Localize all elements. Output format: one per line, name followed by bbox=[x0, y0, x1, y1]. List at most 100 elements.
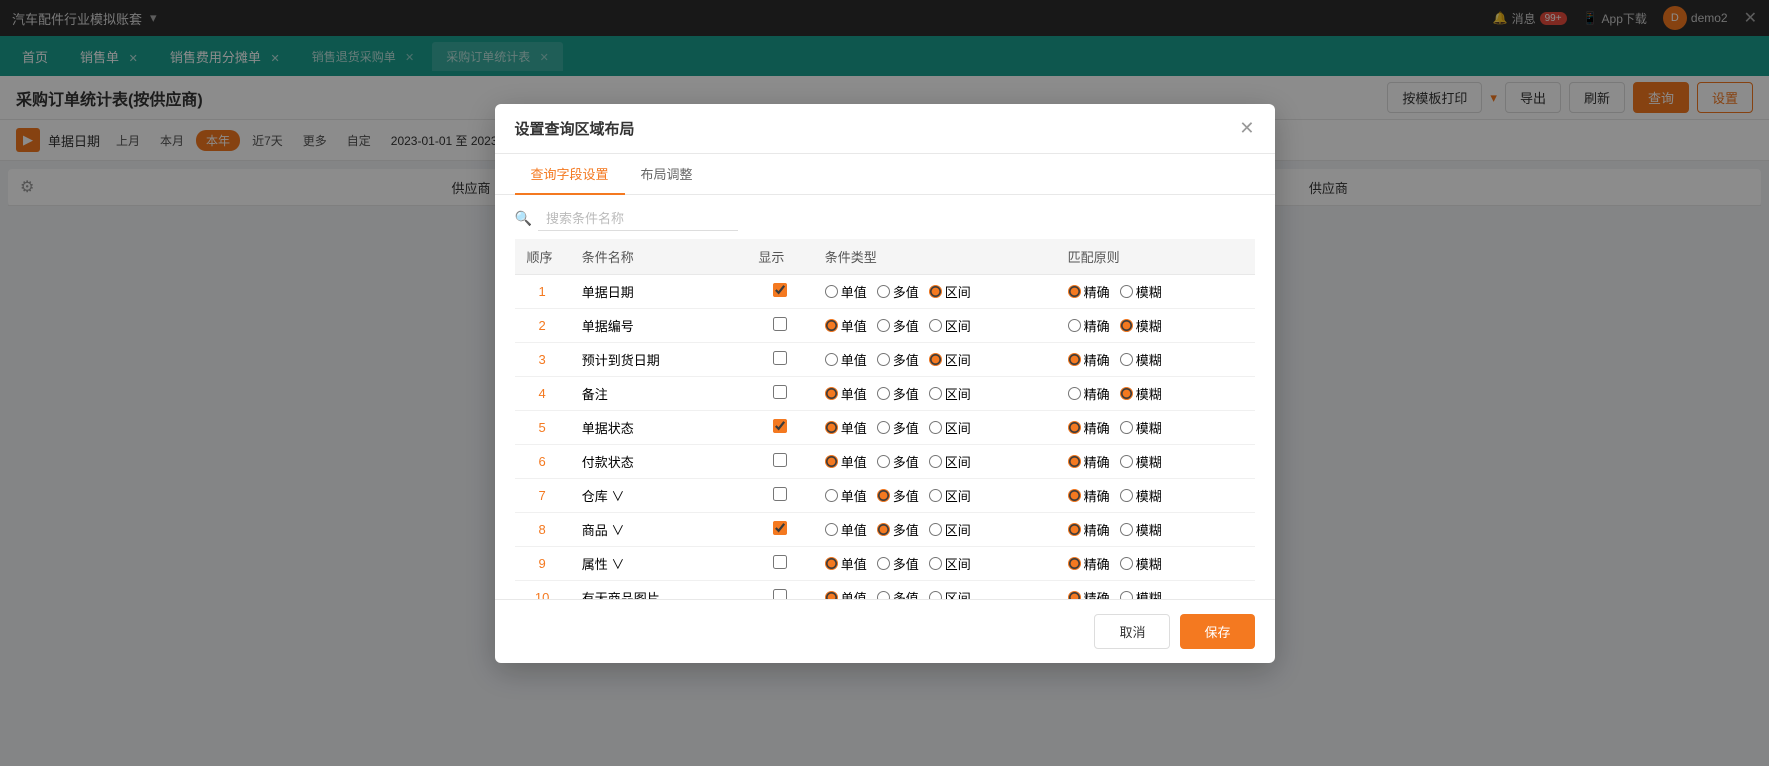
row-match-3: 精确模糊 bbox=[1056, 342, 1255, 376]
row-order-6: 6 bbox=[515, 444, 570, 478]
type-radio-多值-10[interactable]: 多值 bbox=[877, 588, 919, 599]
match-radio-精确-9[interactable]: 精确 bbox=[1068, 554, 1110, 573]
type-radio-多值-5[interactable]: 多值 bbox=[877, 418, 919, 437]
show-checkbox-10[interactable] bbox=[773, 589, 787, 599]
show-checkbox-7[interactable] bbox=[773, 487, 787, 501]
row-match-5: 精确模糊 bbox=[1056, 410, 1255, 444]
type-radio-多值-8[interactable]: 多值 bbox=[877, 520, 919, 539]
type-radio-多值-9[interactable]: 多值 bbox=[877, 554, 919, 573]
row-match-1: 精确模糊 bbox=[1056, 274, 1255, 308]
match-radio-模糊-6[interactable]: 模糊 bbox=[1120, 452, 1162, 471]
type-radio-单值-6[interactable]: 单值 bbox=[825, 452, 867, 471]
type-radio-单值-9[interactable]: 单值 bbox=[825, 554, 867, 573]
type-radio-区间-9[interactable]: 区间 bbox=[929, 554, 971, 573]
row-show-4 bbox=[746, 376, 812, 410]
type-radio-区间-1[interactable]: 区间 bbox=[929, 282, 971, 301]
table-row: 6付款状态单值多值区间精确模糊 bbox=[515, 444, 1255, 478]
match-radio-精确-2[interactable]: 精确 bbox=[1068, 316, 1110, 335]
type-radio-区间-2[interactable]: 区间 bbox=[929, 316, 971, 335]
type-radio-区间-5[interactable]: 区间 bbox=[929, 418, 971, 437]
row-order-4: 4 bbox=[515, 376, 570, 410]
match-radio-模糊-3[interactable]: 模糊 bbox=[1120, 350, 1162, 369]
type-radio-单值-7[interactable]: 单值 bbox=[825, 486, 867, 505]
match-radio-模糊-5[interactable]: 模糊 bbox=[1120, 418, 1162, 437]
row-name-5: 单据状态 bbox=[570, 410, 747, 444]
show-checkbox-1[interactable] bbox=[773, 283, 787, 297]
match-radio-精确-10[interactable]: 精确 bbox=[1068, 588, 1110, 599]
show-checkbox-4[interactable] bbox=[773, 385, 787, 399]
match-radio-模糊-4[interactable]: 模糊 bbox=[1120, 384, 1162, 403]
row-name-1: 单据日期 bbox=[570, 274, 747, 308]
row-type-2: 单值多值区间 bbox=[813, 308, 1056, 342]
type-radio-区间-7[interactable]: 区间 bbox=[929, 486, 971, 505]
row-show-1 bbox=[746, 274, 812, 308]
show-checkbox-9[interactable] bbox=[773, 555, 787, 569]
match-radio-精确-5[interactable]: 精确 bbox=[1068, 418, 1110, 437]
row-type-5: 单值多值区间 bbox=[813, 410, 1056, 444]
match-radio-精确-4[interactable]: 精确 bbox=[1068, 384, 1110, 403]
match-radio-模糊-10[interactable]: 模糊 bbox=[1120, 588, 1162, 599]
row-name-2: 单据编号 bbox=[570, 308, 747, 342]
match-radio-精确-7[interactable]: 精确 bbox=[1068, 486, 1110, 505]
type-radio-区间-10[interactable]: 区间 bbox=[929, 588, 971, 599]
type-radio-单值-1[interactable]: 单值 bbox=[825, 282, 867, 301]
type-radio-区间-3[interactable]: 区间 bbox=[929, 350, 971, 369]
match-radio-精确-8[interactable]: 精确 bbox=[1068, 520, 1110, 539]
show-checkbox-2[interactable] bbox=[773, 317, 787, 331]
row-show-2 bbox=[746, 308, 812, 342]
type-radio-单值-4[interactable]: 单值 bbox=[825, 384, 867, 403]
type-radio-单值-3[interactable]: 单值 bbox=[825, 350, 867, 369]
search-icon: 🔍 bbox=[515, 210, 532, 227]
type-radio-区间-4[interactable]: 区间 bbox=[929, 384, 971, 403]
row-order-7: 7 bbox=[515, 478, 570, 512]
type-radio-多值-6[interactable]: 多值 bbox=[877, 452, 919, 471]
col-header-show: 显示 bbox=[746, 239, 812, 275]
type-radio-单值-8[interactable]: 单值 bbox=[825, 520, 867, 539]
modal-close-button[interactable]: ✕ bbox=[1239, 119, 1254, 137]
match-radio-精确-1[interactable]: 精确 bbox=[1068, 282, 1110, 301]
row-match-4: 精确模糊 bbox=[1056, 376, 1255, 410]
row-type-3: 单值多值区间 bbox=[813, 342, 1056, 376]
match-radio-模糊-8[interactable]: 模糊 bbox=[1120, 520, 1162, 539]
match-radio-精确-3[interactable]: 精确 bbox=[1068, 350, 1110, 369]
row-order-1: 1 bbox=[515, 274, 570, 308]
table-row: 4备注单值多值区间精确模糊 bbox=[515, 376, 1255, 410]
show-checkbox-5[interactable] bbox=[773, 419, 787, 433]
modal-tab-layout[interactable]: 布局调整 bbox=[625, 154, 709, 195]
match-radio-模糊-1[interactable]: 模糊 bbox=[1120, 282, 1162, 301]
modal-tabs: 查询字段设置 布局调整 bbox=[495, 154, 1275, 195]
search-conditions-input[interactable] bbox=[538, 207, 738, 231]
type-radio-多值-7[interactable]: 多值 bbox=[877, 486, 919, 505]
type-radio-单值-10[interactable]: 单值 bbox=[825, 588, 867, 599]
row-order-3: 3 bbox=[515, 342, 570, 376]
type-radio-多值-4[interactable]: 多值 bbox=[877, 384, 919, 403]
type-radio-区间-8[interactable]: 区间 bbox=[929, 520, 971, 539]
match-radio-模糊-7[interactable]: 模糊 bbox=[1120, 486, 1162, 505]
col-header-name: 条件名称 bbox=[570, 239, 747, 275]
match-radio-精确-6[interactable]: 精确 bbox=[1068, 452, 1110, 471]
type-radio-多值-1[interactable]: 多值 bbox=[877, 282, 919, 301]
row-order-2: 2 bbox=[515, 308, 570, 342]
modal-tab-query-fields[interactable]: 查询字段设置 bbox=[515, 154, 625, 195]
row-name-9: 属性 ∨ bbox=[570, 546, 747, 580]
row-name-8: 商品 ∨ bbox=[570, 512, 747, 546]
show-checkbox-6[interactable] bbox=[773, 453, 787, 467]
type-radio-单值-5[interactable]: 单值 bbox=[825, 418, 867, 437]
row-order-5: 5 bbox=[515, 410, 570, 444]
type-radio-区间-6[interactable]: 区间 bbox=[929, 452, 971, 471]
show-checkbox-3[interactable] bbox=[773, 351, 787, 365]
row-type-6: 单值多值区间 bbox=[813, 444, 1056, 478]
row-show-9 bbox=[746, 546, 812, 580]
cancel-button[interactable]: 取消 bbox=[1094, 614, 1170, 649]
type-radio-多值-3[interactable]: 多值 bbox=[877, 350, 919, 369]
match-radio-模糊-9[interactable]: 模糊 bbox=[1120, 554, 1162, 573]
show-checkbox-8[interactable] bbox=[773, 521, 787, 535]
row-show-7 bbox=[746, 478, 812, 512]
type-radio-单值-2[interactable]: 单值 bbox=[825, 316, 867, 335]
type-radio-多值-2[interactable]: 多值 bbox=[877, 316, 919, 335]
save-button[interactable]: 保存 bbox=[1180, 614, 1254, 649]
row-show-6 bbox=[746, 444, 812, 478]
match-radio-模糊-2[interactable]: 模糊 bbox=[1120, 316, 1162, 335]
row-type-9: 单值多值区间 bbox=[813, 546, 1056, 580]
config-table-scroll[interactable]: 顺序 条件名称 显示 条件类型 匹配原则 1单据日期单值多值区间精确模糊2单据编… bbox=[495, 239, 1275, 599]
